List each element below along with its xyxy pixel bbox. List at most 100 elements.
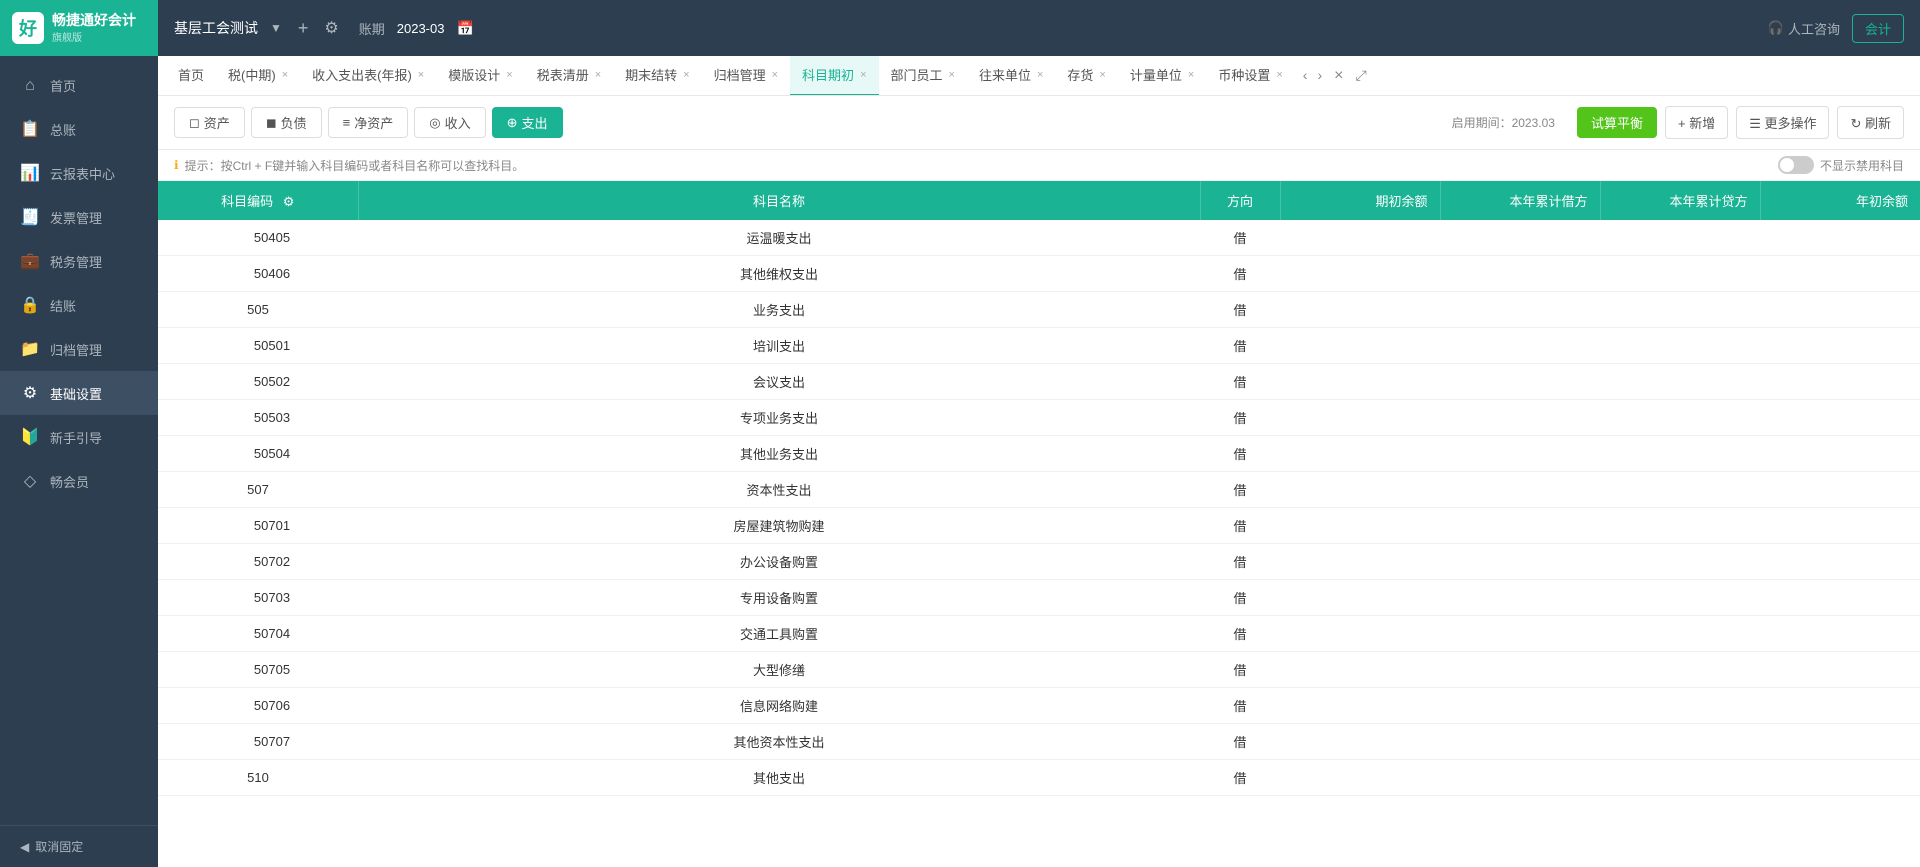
tab-close-icon[interactable]: × bbox=[1037, 69, 1043, 81]
tab-部门员工[interactable]: 部门员工× bbox=[879, 56, 967, 96]
row-debit bbox=[1440, 580, 1600, 616]
tab-close-icon[interactable]: × bbox=[1276, 69, 1282, 81]
calc-balance-btn[interactable]: 试算平衡 bbox=[1577, 107, 1657, 138]
table-row[interactable]: 50701 房屋建筑物购建 借 bbox=[158, 508, 1920, 544]
filter-tab-asset[interactable]: ◻资产 bbox=[174, 107, 245, 138]
tab-close-icon[interactable]: × bbox=[506, 69, 512, 81]
table-row[interactable]: 507 资本性支出 借 bbox=[158, 472, 1920, 508]
refresh-btn[interactable]: ↻ 刷新 bbox=[1837, 106, 1904, 139]
table-row[interactable]: 50702 办公设备购置 借 bbox=[158, 544, 1920, 580]
tab-close-icon[interactable]: × bbox=[1099, 69, 1105, 81]
row-credit bbox=[1600, 580, 1760, 616]
sidebar-item-archive[interactable]: 📁 归档管理 bbox=[0, 327, 158, 371]
table-row[interactable]: 505 业务支出 借 bbox=[158, 292, 1920, 328]
tab-收入支出表(年报)[interactable]: 收入支出表(年报)× bbox=[300, 56, 436, 96]
tab-label: 归档管理 bbox=[714, 65, 766, 84]
tab-存货[interactable]: 存货× bbox=[1055, 56, 1117, 96]
table-row[interactable]: 50406 其他维权支出 借 bbox=[158, 256, 1920, 292]
sidebar-item-home[interactable]: ⌂ 首页 bbox=[0, 64, 158, 107]
tab-close-icon[interactable]: × bbox=[1188, 69, 1194, 81]
sidebar-item-ledger[interactable]: 📋 总账 bbox=[0, 107, 158, 151]
guide-icon: 🔰 bbox=[20, 427, 40, 447]
table-row[interactable]: 510 其他支出 借 bbox=[158, 760, 1920, 796]
row-code: 50701 bbox=[158, 508, 358, 544]
sidebar-item-report[interactable]: 📊 云报表中心 bbox=[0, 151, 158, 195]
sidebar-label-report: 云报表中心 bbox=[50, 164, 115, 183]
sidebar-item-tax[interactable]: 💼 税务管理 bbox=[0, 239, 158, 283]
table-row[interactable]: 50504 其他业务支出 借 bbox=[158, 436, 1920, 472]
row-direction: 借 bbox=[1200, 544, 1280, 580]
sidebar-label-settings: 基础设置 bbox=[50, 384, 102, 403]
tab-expand-btn[interactable]: ⤢ bbox=[1351, 65, 1370, 87]
filter-tab-income[interactable]: ◎收入 bbox=[414, 107, 485, 138]
table-row[interactable]: 50503 专项业务支出 借 bbox=[158, 400, 1920, 436]
tab-close-all-btn[interactable]: × bbox=[1328, 65, 1349, 87]
table-row[interactable]: 50706 信息网络购建 借 bbox=[158, 688, 1920, 724]
sidebar-item-closing[interactable]: 🔒 结账 bbox=[0, 283, 158, 327]
sidebar-item-member[interactable]: ◇ 畅会员 bbox=[0, 459, 158, 503]
row-year-balance bbox=[1760, 256, 1920, 292]
tab-往来单位[interactable]: 往来单位× bbox=[967, 56, 1055, 96]
tab-label: 计量单位 bbox=[1130, 65, 1182, 84]
row-year-balance bbox=[1760, 760, 1920, 796]
tab-首页[interactable]: 首页 bbox=[166, 56, 216, 96]
tab-计量单位[interactable]: 计量单位 × bbox=[1118, 56, 1206, 96]
row-year-balance bbox=[1760, 616, 1920, 652]
add-btn[interactable]: + 新增 bbox=[1665, 106, 1728, 139]
sidebar-footer[interactable]: ◀ 取消固定 bbox=[0, 825, 158, 867]
add-workspace-btn[interactable]: + bbox=[294, 18, 313, 39]
more-ops-btn[interactable]: ☰ 更多操作 bbox=[1736, 106, 1829, 139]
logo-icon: 好 bbox=[12, 12, 44, 44]
period-calendar-icon[interactable]: 📅 bbox=[456, 20, 473, 37]
account-button[interactable]: 会计 bbox=[1852, 14, 1904, 43]
sidebar-footer-label: 取消固定 bbox=[35, 838, 83, 855]
period-value: 2023-03 bbox=[397, 21, 445, 36]
tab-税(中期)[interactable]: 税(中期)× bbox=[216, 56, 300, 96]
table-row[interactable]: 50502 会议支出 借 bbox=[158, 364, 1920, 400]
tab-close-icon[interactable]: × bbox=[683, 69, 689, 81]
filter-tab-expense[interactable]: ⊕支出 bbox=[492, 107, 563, 138]
row-balance bbox=[1280, 400, 1440, 436]
table-row[interactable]: 50703 专用设备购置 借 bbox=[158, 580, 1920, 616]
filter-tab-liability[interactable]: ◼负债 bbox=[251, 107, 322, 138]
tab-next-btn[interactable]: › bbox=[1313, 65, 1326, 87]
tab-close-icon[interactable]: × bbox=[772, 69, 778, 81]
tab-close-icon[interactable]: × bbox=[282, 69, 288, 81]
tab-close-icon[interactable]: × bbox=[949, 69, 955, 81]
sidebar-item-settings[interactable]: ⚙ 基础设置 bbox=[0, 371, 158, 415]
col-settings-icon[interactable]: ⚙ bbox=[283, 194, 295, 209]
tab-归档管理[interactable]: 归档管理 × bbox=[702, 56, 790, 96]
workspace-settings-icon[interactable]: ⚙ bbox=[324, 18, 338, 38]
sidebar-nav: ⌂ 首页 📋 总账 📊 云报表中心 🧾 发票管理 💼 税务管理 🔒 结账 📁 归… bbox=[0, 56, 158, 825]
tab-税表清册[interactable]: 税表清册× bbox=[525, 56, 613, 96]
help-btn[interactable]: 🎧 人工咨询 bbox=[1768, 19, 1840, 38]
filter-tab-net_asset[interactable]: ≡净资产 bbox=[328, 107, 409, 138]
header-right: 🎧 人工咨询 会计 bbox=[1768, 14, 1904, 43]
filter-tab-label-income: 收入 bbox=[445, 113, 471, 132]
sidebar-item-guide[interactable]: 🔰 新手引导 bbox=[0, 415, 158, 459]
row-direction: 借 bbox=[1200, 220, 1280, 256]
toggle-disabled-area[interactable]: 不显示禁用科目 bbox=[1778, 156, 1904, 174]
tab-close-icon[interactable]: × bbox=[595, 69, 601, 81]
table-row[interactable]: 50405 运温暖支出 借 bbox=[158, 220, 1920, 256]
tab-科目期初[interactable]: 科目期初× bbox=[790, 56, 878, 96]
toggle-switch[interactable] bbox=[1778, 156, 1814, 174]
tab-币种设置[interactable]: 币种设置× bbox=[1206, 56, 1294, 96]
tab-close-icon[interactable]: × bbox=[860, 69, 866, 81]
help-label: 人工咨询 bbox=[1788, 19, 1840, 38]
tab-期末结转[interactable]: 期末结转× bbox=[613, 56, 701, 96]
sidebar-item-invoice[interactable]: 🧾 发票管理 bbox=[0, 195, 158, 239]
row-balance bbox=[1280, 508, 1440, 544]
table-row[interactable]: 50501 培训支出 借 bbox=[158, 328, 1920, 364]
row-code: 50705 bbox=[158, 652, 358, 688]
table-row[interactable]: 50705 大型修缮 借 bbox=[158, 652, 1920, 688]
table-row[interactable]: 50704 交通工具购置 借 bbox=[158, 616, 1920, 652]
tab-prev-btn[interactable]: ‹ bbox=[1299, 65, 1312, 87]
table-row[interactable]: 50707 其他资本性支出 借 bbox=[158, 724, 1920, 760]
tab-模版设计[interactable]: 模版设计× bbox=[436, 56, 524, 96]
workspace-arrow[interactable]: ▼ bbox=[270, 21, 282, 35]
ledger-icon: 📋 bbox=[20, 119, 40, 139]
row-code: 50503 bbox=[158, 400, 358, 436]
tab-close-icon[interactable]: × bbox=[418, 69, 424, 81]
row-code: 505 bbox=[158, 292, 358, 328]
